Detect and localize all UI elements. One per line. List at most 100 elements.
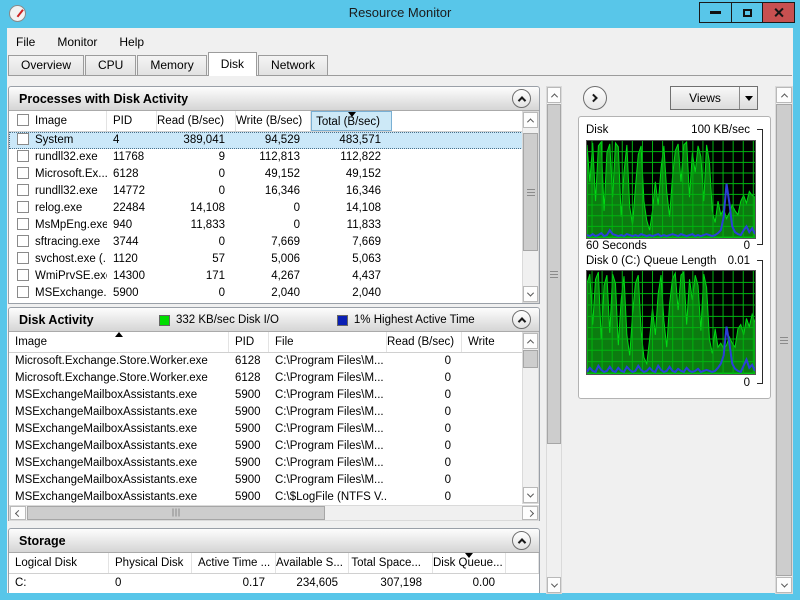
- chevron-down-icon: [744, 95, 753, 101]
- scroll-up-button[interactable]: [776, 87, 792, 103]
- scroll-down-button[interactable]: [523, 487, 538, 503]
- table-row[interactable]: MSExchangeMailboxAssistants.exe 5900 C:\Pr…: [9, 472, 539, 489]
- tab-overview[interactable]: Overview: [8, 55, 85, 75]
- table-row[interactable]: rundll32.exe 11768 9 112,813 112,822: [9, 149, 539, 166]
- left-panel-scrollbar[interactable]: [546, 86, 562, 594]
- tab-memory[interactable]: Memory: [137, 55, 207, 75]
- row-checkbox[interactable]: [17, 200, 29, 213]
- row-checkbox[interactable]: [17, 234, 29, 247]
- storage-section-header[interactable]: Storage: [9, 529, 539, 553]
- table-row[interactable]: C: 0 0.17 234,605 307,198 0.00: [9, 574, 539, 592]
- disk-activity-horizontal-scrollbar[interactable]: [9, 505, 539, 521]
- scale-bracket: [757, 260, 763, 384]
- table-row[interactable]: MSExchange... 5900 0 2,040 2,040: [9, 285, 539, 302]
- table-row[interactable]: MSExchangeMailboxAssistants.exe 5900 C:\$L…: [9, 489, 539, 506]
- minimize-button[interactable]: [699, 2, 733, 23]
- row-checkbox[interactable]: [17, 251, 29, 264]
- column-header-image[interactable]: Image: [9, 332, 229, 352]
- table-row[interactable]: MsMpEng.exe 940 11,833 0 11,833: [9, 217, 539, 234]
- scroll-down-button[interactable]: [776, 577, 792, 593]
- column-header-read[interactable]: Read (B/sec): [157, 111, 236, 131]
- disk-activity-legend: 332 KB/sec Disk I/O 1% Highest Active Tim…: [159, 308, 533, 332]
- tab-cpu[interactable]: CPU: [85, 55, 137, 75]
- column-header-physical-disk[interactable]: Physical Disk: [109, 553, 192, 573]
- table-row[interactable]: MSExchangeMailboxAssistants.exe 5900 C:\Pr…: [9, 387, 539, 404]
- collapse-processes-button[interactable]: [512, 89, 531, 108]
- collapse-storage-button[interactable]: [512, 531, 531, 550]
- menu-item-monitor[interactable]: Monitor: [55, 34, 99, 50]
- table-row[interactable]: Microsoft.Exchange.Store.Worker.exe 6128 C…: [9, 353, 539, 370]
- scroll-down-button[interactable]: [547, 577, 561, 593]
- section-title: Processes with Disk Activity: [19, 91, 189, 106]
- cell-pid: 5900: [235, 423, 261, 435]
- column-header-write[interactable]: Write (B/sec): [236, 111, 311, 131]
- table-row[interactable]: System 4 389,041 94,529 483,571: [9, 132, 539, 149]
- table-row[interactable]: sftracing.exe 3744 0 7,669 7,669: [9, 234, 539, 251]
- select-all-checkbox[interactable]: [17, 113, 29, 126]
- maximize-button[interactable]: [730, 2, 764, 23]
- row-checkbox[interactable]: [17, 166, 29, 179]
- cell-file: C:\$LogFile (NTFS V...: [275, 491, 387, 503]
- scrollbar-thumb[interactable]: [547, 104, 561, 444]
- row-checkbox[interactable]: [17, 217, 29, 230]
- table-row[interactable]: MSExchangeMailboxAssistants.exe 5900 C:\Pr…: [9, 455, 539, 472]
- table-row[interactable]: Microsoft.Ex... 6128 0 49,152 49,152: [9, 166, 539, 183]
- table-row[interactable]: MSExchangeMailboxAssistants.exe 5900 C:\Pr…: [9, 404, 539, 421]
- row-checkbox[interactable]: [17, 268, 29, 281]
- thumb-grip: [550, 274, 558, 275]
- tab-disk[interactable]: Disk: [207, 52, 258, 76]
- column-header-image[interactable]: Image: [9, 111, 107, 131]
- cell-pid: 3744: [113, 236, 139, 248]
- close-button[interactable]: [762, 2, 795, 23]
- views-button[interactable]: Views: [670, 86, 758, 110]
- scrollbar-thumb[interactable]: [523, 133, 538, 251]
- column-header-filler: [506, 553, 539, 573]
- cell-image: MSExchangeMailboxAssistants.exe: [15, 457, 198, 469]
- column-header-file[interactable]: File: [269, 332, 387, 352]
- row-checkbox[interactable]: [17, 183, 29, 196]
- right-panel-scrollbar[interactable]: [775, 86, 793, 594]
- disk-activity-vertical-scrollbar[interactable]: [522, 332, 539, 504]
- menu-item-file[interactable]: File: [14, 34, 37, 50]
- column-header-logical-disk[interactable]: Logical Disk: [9, 553, 109, 573]
- scroll-left-button[interactable]: [10, 506, 26, 520]
- table-row[interactable]: MSExchangeMailboxAssistants.exe 5900 C:\Pr…: [9, 438, 539, 455]
- scrollbar-thumb[interactable]: [523, 350, 538, 368]
- processes-vertical-scrollbar[interactable]: [522, 111, 539, 303]
- column-header-active-time[interactable]: Active Time ...: [192, 553, 276, 573]
- legend-swatch: [336, 314, 348, 326]
- scroll-down-button[interactable]: [523, 286, 538, 302]
- row-checkbox[interactable]: [17, 149, 29, 162]
- table-row[interactable]: Microsoft.Exchange.Store.Worker.exe 6128 C…: [9, 370, 539, 387]
- disk-activity-section-header[interactable]: Disk Activity 332 KB/sec Disk I/O 1% High…: [9, 308, 539, 332]
- scroll-up-button[interactable]: [523, 112, 538, 128]
- table-row[interactable]: relog.exe 22484 14,108 0 14,108: [9, 200, 539, 217]
- row-checkbox[interactable]: [17, 132, 29, 145]
- table-row[interactable]: WmiPrvSE.exe 14300 171 4,267 4,437: [9, 268, 539, 285]
- cell-image: WmiPrvSE.exe: [9, 268, 107, 285]
- column-header-total[interactable]: Total (B/sec): [311, 111, 392, 131]
- column-header-read[interactable]: Read (B/sec): [387, 332, 462, 352]
- column-header-pid[interactable]: PID: [229, 332, 269, 352]
- scrollbar-thumb[interactable]: [27, 506, 325, 520]
- column-header-pid[interactable]: PID: [107, 111, 157, 131]
- column-header-total-space[interactable]: Total Space...: [349, 553, 433, 573]
- scrollbar-thumb[interactable]: [776, 104, 792, 576]
- legend-item: 1% Highest Active Time: [336, 314, 475, 326]
- row-checkbox[interactable]: [17, 285, 29, 298]
- table-row[interactable]: svchost.exe (... 1120 57 5,006 5,063: [9, 251, 539, 268]
- column-header-disk-queue[interactable]: Disk Queue...: [433, 553, 506, 573]
- menu-item-help[interactable]: Help: [117, 34, 146, 50]
- scroll-right-button[interactable]: [522, 506, 538, 520]
- scroll-up-button[interactable]: [523, 333, 538, 349]
- tab-network[interactable]: Network: [258, 55, 329, 75]
- collapse-disk-activity-button[interactable]: [512, 310, 531, 329]
- processes-section-header[interactable]: Processes with Disk Activity: [9, 87, 539, 111]
- views-dropdown-arrow[interactable]: [739, 87, 757, 109]
- scroll-up-button[interactable]: [547, 87, 561, 103]
- table-row[interactable]: rundll32.exe 14772 0 16,346 16,346: [9, 183, 539, 200]
- column-header-available-space[interactable]: Available S...: [276, 553, 349, 573]
- scroll-up-icon: [526, 117, 535, 125]
- table-row[interactable]: MSExchangeMailboxAssistants.exe 5900 C:\Pr…: [9, 421, 539, 438]
- expand-panel-button[interactable]: [583, 86, 607, 110]
